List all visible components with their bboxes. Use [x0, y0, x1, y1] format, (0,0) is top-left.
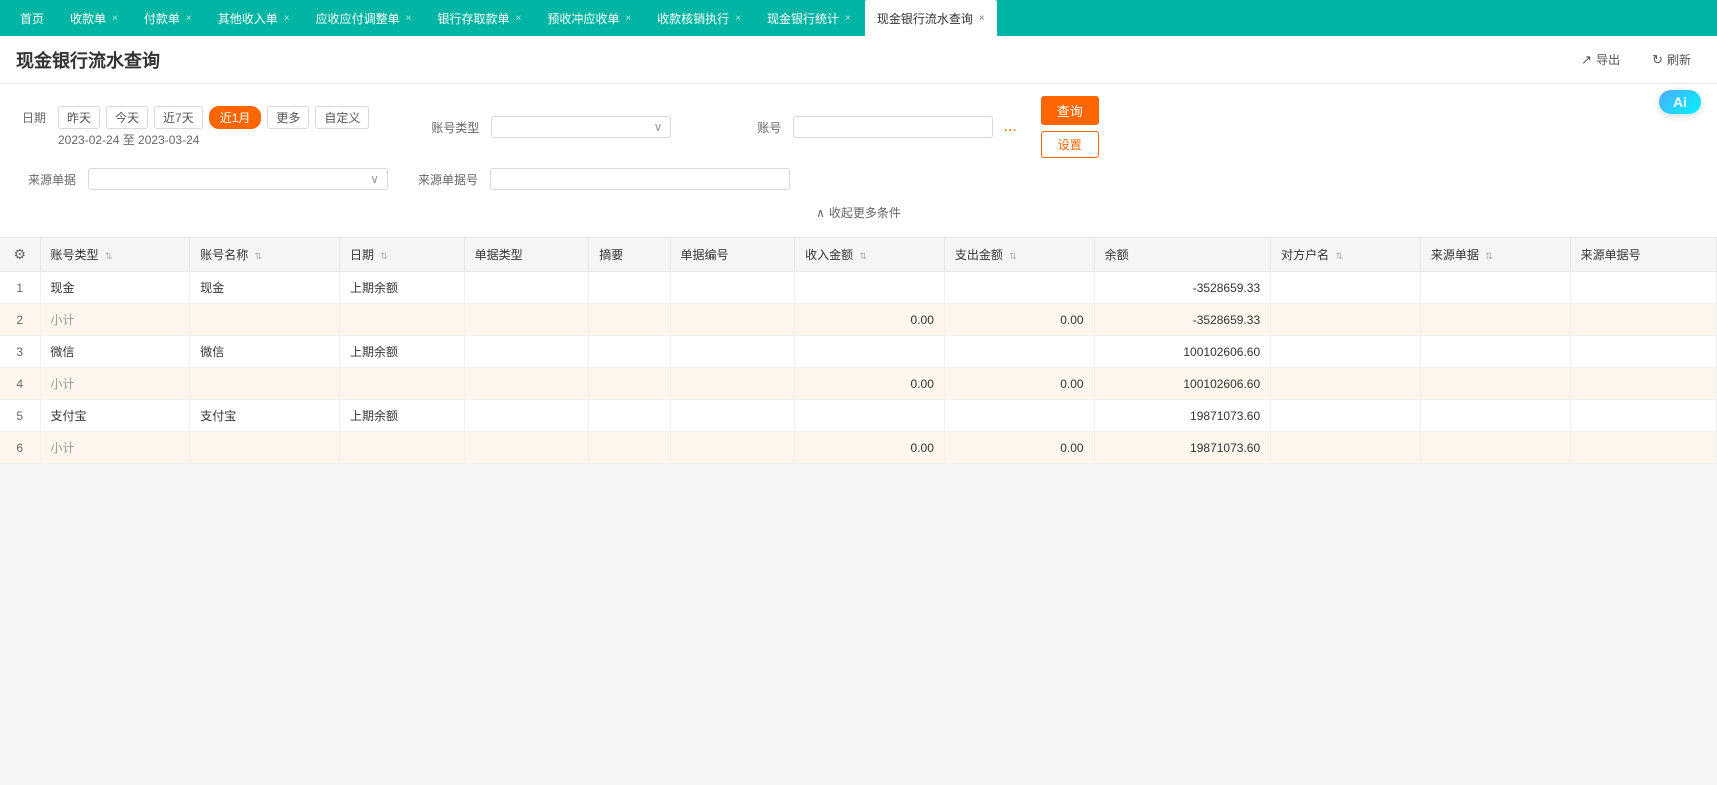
column-settings-icon[interactable]: ⚙ [13, 246, 26, 262]
date-btn-custom[interactable]: 自定义 [315, 106, 369, 129]
date-options: 昨天 今天 近7天 近1月 更多 自定义 [58, 106, 369, 129]
account-type-select[interactable]: ∨ [491, 116, 671, 138]
source-doc-no-label: 来源单据号 [418, 171, 478, 188]
date-btn-7days[interactable]: 近7天 [154, 106, 203, 129]
account-dots-button[interactable]: ... [999, 118, 1020, 136]
col-account-name[interactable]: 账号名称 ⇅ [190, 238, 340, 272]
col-summary[interactable]: 摘要 [589, 238, 670, 272]
ai-badge[interactable]: Ai [1659, 90, 1701, 114]
table-body: 1现金现金上期余额-3528659.332小计0.000.00-3528659.… [0, 272, 1717, 464]
settings-button[interactable]: 设置 [1041, 131, 1099, 158]
source-doc-label: 来源单据 [16, 171, 76, 188]
close-tab-1-icon[interactable]: × [186, 13, 192, 24]
table-row: 3微信微信上期余额100102606.60 [0, 336, 1717, 368]
account-input[interactable] [793, 116, 993, 138]
nav-tab-yinhangcunqu[interactable]: 银行存取款单 × [425, 0, 533, 36]
sort-date-icon: ⇅ [380, 251, 388, 262]
col-source-doc-no[interactable]: 来源单据号 [1570, 238, 1716, 272]
collapse-icon: ∧ [816, 206, 825, 220]
col-account-type[interactable]: 账号类型 ⇅ [40, 238, 190, 272]
sort-expense-icon: ⇅ [1009, 251, 1017, 262]
refresh-button[interactable]: ↻ 刷新 [1642, 47, 1701, 72]
sort-account-name-icon: ⇅ [255, 251, 263, 262]
export-icon: ↗ [1581, 52, 1592, 68]
account-label: 账号 [721, 119, 781, 136]
nav-tab-qitashoru[interactable]: 其他收入单 × [206, 0, 302, 36]
source-doc-select[interactable]: ∨ [88, 168, 388, 190]
source-doc-arrow-icon: ∨ [370, 172, 379, 186]
date-btn-more[interactable]: 更多 [267, 106, 309, 129]
col-settings[interactable]: ⚙ [0, 238, 40, 272]
col-balance[interactable]: 余额 [1094, 238, 1271, 272]
col-doc-no[interactable]: 单据编号 [670, 238, 795, 272]
table-row: 1现金现金上期余额-3528659.33 [0, 272, 1717, 304]
top-navigation: 首页 收款单 × 付款单 × 其他收入单 × 应收应付调整单 × 银行存取款单 … [0, 0, 1717, 36]
nav-tab-yingshouyingfu[interactable]: 应收应付调整单 × [304, 0, 424, 36]
table-row: 5支付宝支付宝上期余额19871073.60 [0, 400, 1717, 432]
date-btn-today[interactable]: 今天 [106, 106, 148, 129]
col-counterpart[interactable]: 对方户名 ⇅ [1271, 238, 1421, 272]
refresh-icon: ↻ [1652, 52, 1663, 68]
table-header-row: ⚙ 账号类型 ⇅ 账号名称 ⇅ 日期 ⇅ 单据类型 [0, 238, 1717, 272]
account-type-label: 账号类型 [419, 119, 479, 136]
nav-tab-shoukuan[interactable]: 收款单 × [58, 0, 130, 36]
table-row: 6小计0.000.0019871073.60 [0, 432, 1717, 464]
sort-income-icon: ⇅ [860, 251, 868, 262]
close-tab-3-icon[interactable]: × [406, 13, 412, 24]
col-doc-type[interactable]: 单据类型 [464, 238, 589, 272]
main-content: 现金银行流水查询 ↗ 导出 ↻ 刷新 日期 [0, 36, 1717, 785]
collapse-bar[interactable]: ∧ 收起更多条件 [16, 200, 1701, 225]
close-tab-2-icon[interactable]: × [284, 13, 290, 24]
col-date[interactable]: 日期 ⇅ [339, 238, 464, 272]
source-doc-no-input[interactable] [490, 168, 790, 190]
close-tab-0-icon[interactable]: × [112, 13, 118, 24]
nav-home[interactable]: 首页 [8, 10, 56, 27]
close-tab-6-icon[interactable]: × [735, 13, 741, 24]
nav-tab-fukuan[interactable]: 付款单 × [132, 0, 204, 36]
nav-tab-shoukuanhexiao[interactable]: 收款核销执行 × [645, 0, 753, 36]
sort-source-doc-icon: ⇅ [1485, 251, 1493, 262]
nav-tab-xianjintongji[interactable]: 现金银行统计 × [755, 0, 863, 36]
header-bar: 现金银行流水查询 ↗ 导出 ↻ 刷新 [0, 36, 1717, 84]
table-row: 2小计0.000.00-3528659.33 [0, 304, 1717, 336]
nav-tab-yushou[interactable]: 预收冲应收单 × [535, 0, 643, 36]
col-expense[interactable]: 支出金额 ⇅ [944, 238, 1094, 272]
date-label: 日期 [16, 109, 46, 126]
date-btn-1month[interactable]: 近1月 [209, 106, 262, 129]
close-tab-4-icon[interactable]: × [515, 13, 521, 24]
close-tab-5-icon[interactable]: × [625, 13, 631, 24]
export-button[interactable]: ↗ 导出 [1571, 47, 1630, 72]
close-tab-8-icon[interactable]: × [979, 13, 985, 24]
filter-area: 日期 昨天 今天 近7天 近1月 更多 自定义 2023-02-24 [0, 84, 1717, 238]
table-row: 4小计0.000.00100102606.60 [0, 368, 1717, 400]
date-btn-yesterday[interactable]: 昨天 [58, 106, 100, 129]
data-table: ⚙ 账号类型 ⇅ 账号名称 ⇅ 日期 ⇅ 单据类型 [0, 238, 1717, 464]
account-type-arrow-icon: ∨ [654, 120, 663, 134]
close-tab-7-icon[interactable]: × [845, 13, 851, 24]
page-title: 现金银行流水查询 [16, 47, 160, 73]
table-container: ⚙ 账号类型 ⇅ 账号名称 ⇅ 日期 ⇅ 单据类型 [0, 238, 1717, 464]
col-income[interactable]: 收入金额 ⇅ [795, 238, 945, 272]
sort-account-type-icon: ⇅ [105, 251, 113, 262]
query-button[interactable]: 查询 [1041, 96, 1099, 125]
date-range-display: 2023-02-24 至 2023-03-24 [58, 133, 199, 147]
nav-tab-liushui-active[interactable]: 现金银行流水查询 × [865, 0, 997, 36]
header-actions: ↗ 导出 ↻ 刷新 [1571, 47, 1701, 72]
col-source-doc[interactable]: 来源单据 ⇅ [1420, 238, 1570, 272]
sort-counterpart-icon: ⇅ [1335, 251, 1343, 262]
